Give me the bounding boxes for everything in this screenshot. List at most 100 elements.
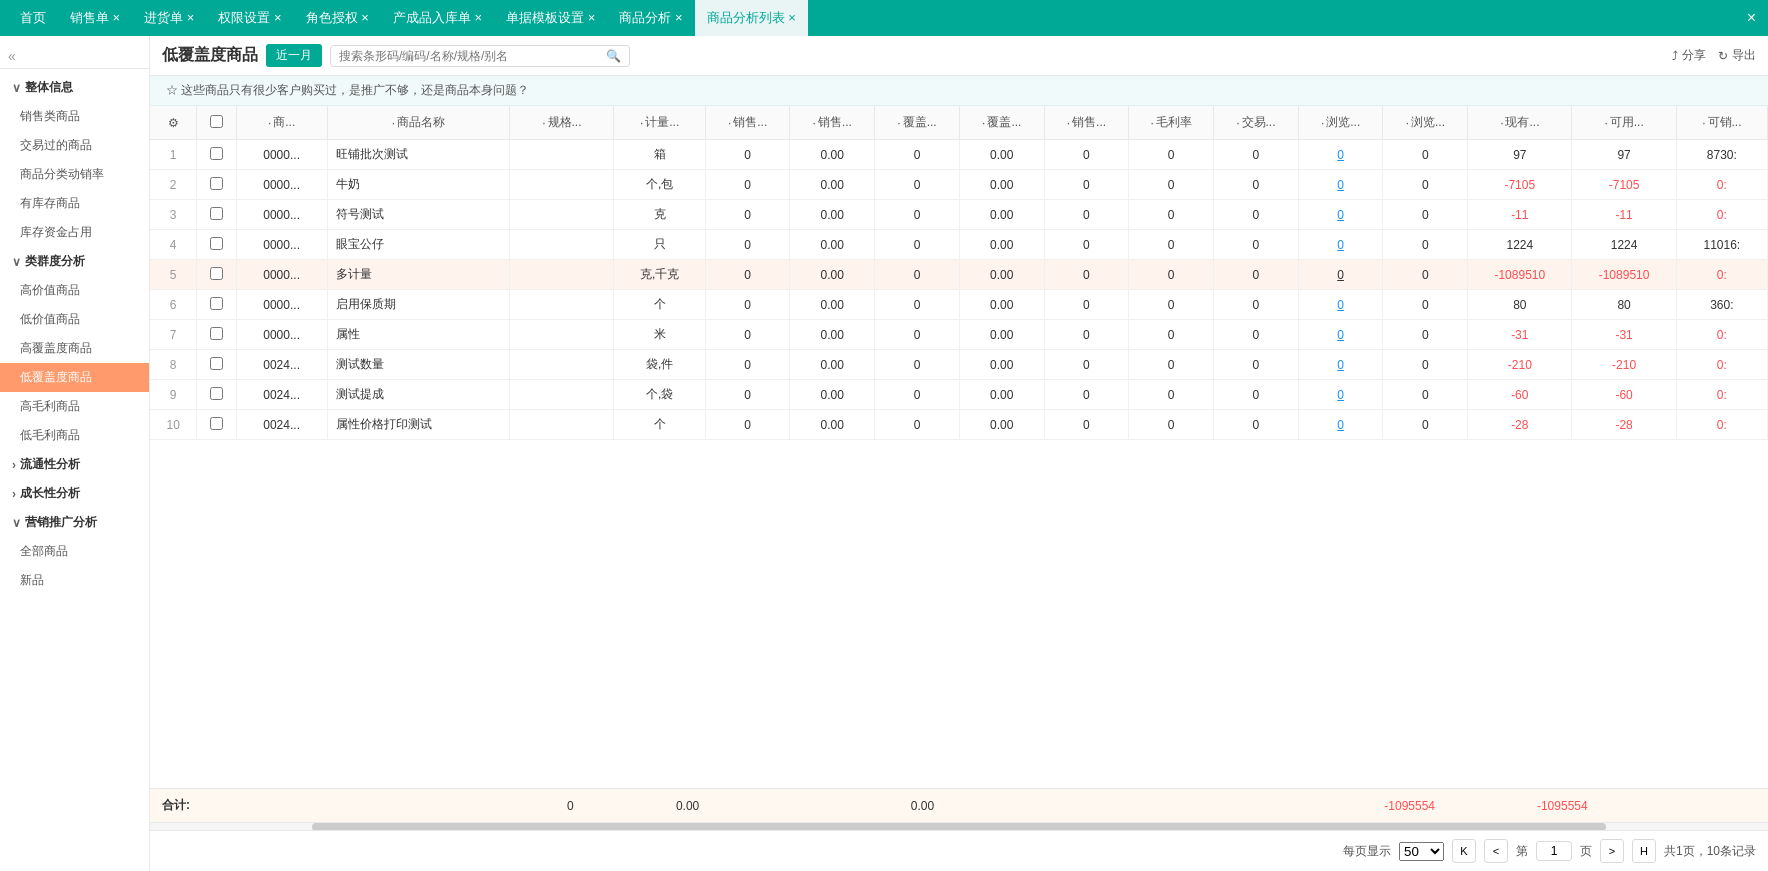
sidebar-section-overall[interactable]: ∨ 整体信息: [0, 73, 149, 102]
main-layout: « ∨ 整体信息 销售类商品 交易过的商品 商品分类动销率 有库存商品 库存资金…: [0, 36, 1768, 871]
row-browse1[interactable]: 0: [1298, 170, 1383, 200]
sidebar-section-liquidity[interactable]: › 流通性分析: [0, 450, 149, 479]
col-browse1[interactable]: ·浏览...: [1298, 106, 1383, 140]
select-all-checkbox[interactable]: [210, 115, 223, 128]
row-checkbox[interactable]: [197, 200, 236, 230]
col-settings[interactable]: ⚙: [150, 106, 197, 140]
row-browse1[interactable]: 0: [1298, 410, 1383, 440]
sidebar-item-low-margin[interactable]: 低毛利商品: [0, 421, 149, 450]
sidebar-item-all-goods[interactable]: 全部商品: [0, 537, 149, 566]
top-navigation: 首页 销售单 × 进货单 × 权限设置 × 角色授权 × 产成品入库单 × 单据…: [0, 0, 1768, 36]
row-browse1[interactable]: 0: [1298, 320, 1383, 350]
col-current-stock[interactable]: ·现有...: [1468, 106, 1572, 140]
col-sales3[interactable]: ·销售...: [1044, 106, 1129, 140]
row-unit: 个: [614, 410, 705, 440]
col-spec[interactable]: ·规格...: [510, 106, 614, 140]
row-checkbox[interactable]: [197, 260, 236, 290]
row-cov2: 0.00: [959, 230, 1044, 260]
col-code[interactable]: ·商...: [236, 106, 327, 140]
col-sales-amt[interactable]: ·销售...: [790, 106, 875, 140]
row-sales-amt: 0.00: [790, 380, 875, 410]
nav-roles[interactable]: 角色授权 ×: [294, 0, 381, 36]
nav-sales[interactable]: 销售单 ×: [58, 0, 132, 36]
share-button[interactable]: ⤴ 分享: [1672, 47, 1706, 64]
row-checkbox[interactable]: [197, 290, 236, 320]
row-trade: 0: [1214, 350, 1299, 380]
data-table-container[interactable]: ⚙ ·商... ·商品名称 ·规格...: [150, 106, 1768, 788]
sidebar-item-in-stock[interactable]: 有库存商品: [0, 189, 149, 218]
nav-template-settings[interactable]: 单据模板设置 ×: [494, 0, 607, 36]
nav-purchase[interactable]: 进货单 ×: [132, 0, 206, 36]
section-arrow-overall: ∨: [12, 81, 21, 95]
sidebar-item-low-value[interactable]: 低价值商品: [0, 305, 149, 334]
row-cov2: 0.00: [959, 380, 1044, 410]
time-filter-button[interactable]: 近一月: [266, 44, 322, 67]
row-sales-qty: 0: [705, 170, 790, 200]
row-browse1[interactable]: 0: [1298, 290, 1383, 320]
nav-permissions[interactable]: 权限设置 ×: [206, 0, 293, 36]
close-button[interactable]: ×: [1747, 9, 1756, 27]
row-browse1[interactable]: 0: [1298, 380, 1383, 410]
prev-page-button[interactable]: <: [1484, 839, 1508, 863]
sidebar-item-sales-goods[interactable]: 销售类商品: [0, 102, 149, 131]
col-available-stock[interactable]: ·可用...: [1572, 106, 1676, 140]
export-button[interactable]: ↻ 导出: [1718, 47, 1756, 64]
sidebar-item-category-rate[interactable]: 商品分类动销率: [0, 160, 149, 189]
sidebar-item-low-coverage[interactable]: 低覆盖度商品: [0, 363, 149, 392]
sidebar-item-high-coverage[interactable]: 高覆盖度商品: [0, 334, 149, 363]
sidebar-item-new-goods[interactable]: 新品: [0, 566, 149, 595]
row-browse1[interactable]: 0: [1298, 140, 1383, 170]
search-icon[interactable]: 🔍: [606, 49, 621, 63]
row-checkbox[interactable]: [197, 320, 236, 350]
row-browse1[interactable]: 0: [1298, 200, 1383, 230]
col-checkbox-all[interactable]: [197, 106, 236, 140]
sidebar-collapse-btn[interactable]: «: [8, 48, 16, 64]
next-page-button[interactable]: >: [1600, 839, 1624, 863]
row-checkbox[interactable]: [197, 350, 236, 380]
row-checkbox[interactable]: [197, 170, 236, 200]
row-checkbox[interactable]: [197, 230, 236, 260]
sidebar-section-cluster[interactable]: ∨ 类群度分析: [0, 247, 149, 276]
col-sales-qty[interactable]: ·销售...: [705, 106, 790, 140]
sidebar-section-growth[interactable]: › 成长性分析: [0, 479, 149, 508]
sidebar-item-high-value[interactable]: 高价值商品: [0, 276, 149, 305]
row-cov1: 0: [875, 380, 960, 410]
row-browse1[interactable]: 0: [1298, 350, 1383, 380]
col-unit[interactable]: ·计量...: [614, 106, 705, 140]
current-page-input[interactable]: [1536, 841, 1572, 861]
row-trade: 0: [1214, 290, 1299, 320]
row-browse2: 0: [1383, 230, 1468, 260]
first-page-button[interactable]: K: [1452, 839, 1476, 863]
row-browse2: 0: [1383, 380, 1468, 410]
row-checkbox[interactable]: [197, 410, 236, 440]
nav-product-inbound[interactable]: 产成品入库单 ×: [381, 0, 494, 36]
col-sellable[interactable]: ·可销...: [1676, 106, 1767, 140]
row-trade: 0: [1214, 380, 1299, 410]
row-code: 0000...: [236, 290, 327, 320]
col-cov2[interactable]: ·覆盖...: [959, 106, 1044, 140]
row-browse1[interactable]: 0: [1298, 260, 1383, 290]
row-browse2: 0: [1383, 260, 1468, 290]
row-checkbox[interactable]: [197, 140, 236, 170]
search-input[interactable]: [339, 49, 606, 63]
nav-product-analysis-list[interactable]: 商品分析列表 ×: [695, 0, 808, 36]
page-size-select[interactable]: 10 20 50 100: [1399, 842, 1444, 861]
sidebar-item-high-margin[interactable]: 高毛利商品: [0, 392, 149, 421]
col-browse2[interactable]: ·浏览...: [1383, 106, 1468, 140]
row-sellable: 360:: [1676, 290, 1767, 320]
sidebar-section-marketing[interactable]: ∨ 营销推广分析: [0, 508, 149, 537]
table-footer: 合计: 0 0.00 0.00 -1095554 -1095554: [150, 788, 1768, 822]
col-name[interactable]: ·商品名称: [327, 106, 509, 140]
col-cov1[interactable]: ·覆盖...: [875, 106, 960, 140]
nav-home[interactable]: 首页: [8, 0, 58, 36]
last-page-button[interactable]: H: [1632, 839, 1656, 863]
nav-product-analysis[interactable]: 商品分析 ×: [607, 0, 694, 36]
col-gross-rate[interactable]: ·毛利率: [1129, 106, 1214, 140]
row-checkbox[interactable]: [197, 380, 236, 410]
row-browse1[interactable]: 0: [1298, 230, 1383, 260]
row-code: 0024...: [236, 350, 327, 380]
col-trade[interactable]: ·交易...: [1214, 106, 1299, 140]
sidebar-item-stock-capital[interactable]: 库存资金占用: [0, 218, 149, 247]
sidebar-item-traded-goods[interactable]: 交易过的商品: [0, 131, 149, 160]
notice-bar: ☆ 这些商品只有很少客户购买过，是推广不够，还是商品本身问题？: [150, 76, 1768, 106]
